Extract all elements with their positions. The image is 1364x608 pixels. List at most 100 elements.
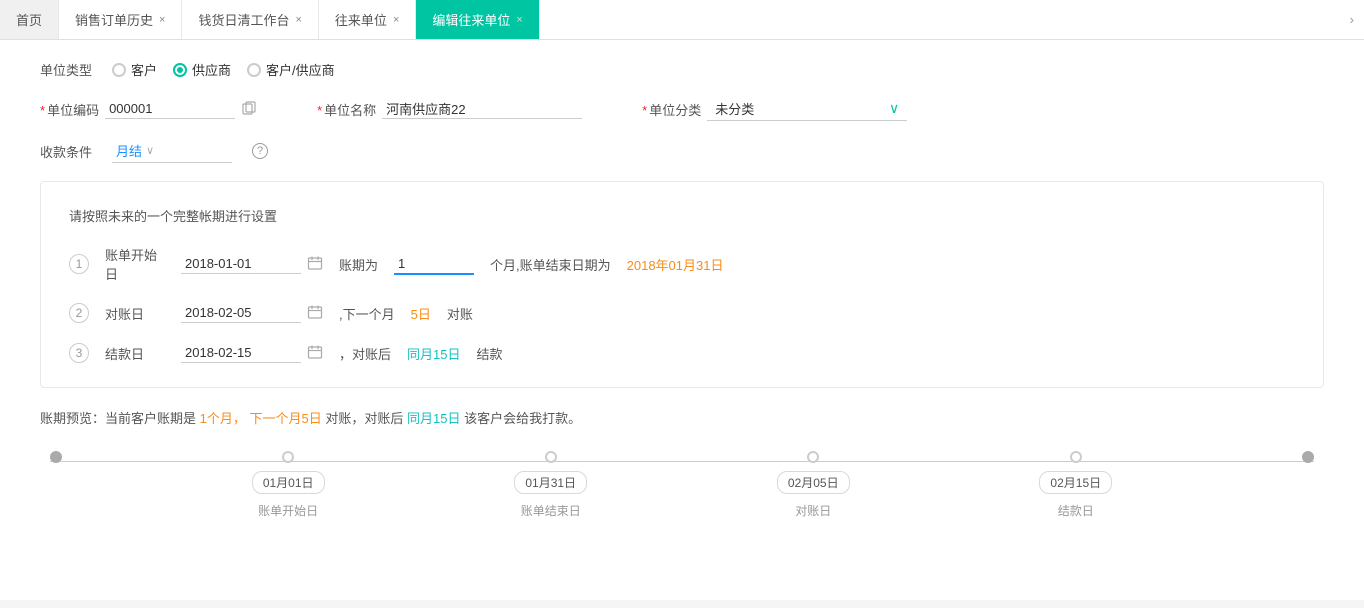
row-num-3: 3 [69, 343, 89, 363]
unit-type-radio-group: 客户 供应商 客户/供应商 [112, 60, 335, 79]
payment-desc1: ，对账后 [339, 344, 391, 363]
radio-supplier-circle [173, 63, 187, 77]
reconcile-desc2: 对账 [447, 304, 473, 323]
main-content: 单位类型 客户 供应商 客户/供应商 *单位编码 [0, 40, 1364, 600]
timeline-bar: 01月01日 账单开始日 01月31日 账单结束日 02月05日 对账日 [40, 451, 1324, 519]
radio-supplier[interactable]: 供应商 [173, 60, 231, 79]
settings-title: 请按照未来的一个完整帐期进行设置 [69, 206, 1295, 225]
unit-code-label: *单位编码 [40, 100, 99, 119]
tab-edit-partner-close[interactable]: × [516, 14, 522, 26]
tl-label-0131: 账单结束日 [521, 502, 581, 519]
preview-part4: 同月15日 [407, 411, 460, 426]
unit-code-star: * [40, 103, 45, 118]
reconcile-date-calendar-icon[interactable] [307, 304, 323, 323]
tab-sales-history-label: 销售订单历史 [75, 10, 153, 29]
tab-cash-desk-close[interactable]: × [295, 14, 301, 26]
preview-label: 账期预览：当前客户账期是 [40, 411, 196, 426]
tab-sales-history-close[interactable]: × [159, 14, 165, 26]
radio-customer-circle [112, 63, 126, 77]
tl-badge-0205: 02月05日 [777, 471, 850, 494]
tab-cash-desk[interactable]: 钱货日清工作台 × [182, 0, 318, 39]
tl-dot-0101 [282, 451, 294, 463]
tl-dot-0131 [545, 451, 557, 463]
end-date-highlight: 2018年01月31日 [627, 255, 724, 274]
tab-partners-close[interactable]: × [393, 14, 399, 26]
tab-partners[interactable]: 往来单位 × [319, 0, 416, 39]
preview-part3: 对账，对账后 [325, 411, 403, 426]
tl-point-0215: 02月15日 结款日 [1039, 451, 1112, 519]
unit-type-row: 单位类型 客户 供应商 客户/供应商 [40, 60, 1324, 79]
period-prefix: 账期为 [339, 255, 378, 274]
unit-info-row: *单位编码 *单位名称 *单位分类 未分类 ∨ [40, 97, 1324, 121]
start-date-input[interactable] [181, 254, 301, 274]
start-date-field [181, 254, 323, 274]
settings-row-1: 1 账单开始日 账期为 个月,账单结束日期为 2018年01月31日 [69, 245, 1295, 283]
settings-row-3: 3 结款日 ，对账后 同月15日 结款 [69, 343, 1295, 363]
period-value-input[interactable] [394, 254, 474, 275]
tab-home-label: 首页 [16, 10, 42, 29]
unit-category-group: *单位分类 未分类 ∨ [642, 97, 907, 121]
payment-condition-dropdown[interactable]: 月结 ∨ [112, 139, 232, 163]
radio-customer[interactable]: 客户 [112, 60, 157, 79]
radio-both[interactable]: 客户/供应商 [247, 60, 335, 79]
tl-point-0131: 01月31日 账单结束日 [514, 451, 587, 519]
tl-dot-end [1302, 451, 1314, 463]
unit-code-group: *单位编码 [40, 99, 257, 119]
tab-edit-partner[interactable]: 编辑往来单位 × [416, 0, 539, 39]
unit-name-star: * [317, 103, 322, 118]
unit-type-label: 单位类型 [40, 60, 92, 79]
payment-condition-label: 收款条件 [40, 142, 92, 161]
row-label-2: 对账日 [105, 304, 165, 323]
tab-home[interactable]: 首页 [0, 0, 59, 39]
row-num-2: 2 [69, 303, 89, 323]
radio-both-circle [247, 63, 261, 77]
unit-name-label: *单位名称 [317, 100, 376, 119]
settings-row-2: 2 对账日 ,下一个月 5日 对账 [69, 303, 1295, 323]
tl-label-0205: 对账日 [795, 502, 831, 519]
reconcile-date-field [181, 303, 323, 323]
unit-name-input[interactable] [382, 99, 582, 119]
unit-code-input[interactable] [105, 99, 235, 119]
row-label-1: 账单开始日 [105, 245, 165, 283]
unit-category-select[interactable]: 未分类 ∨ [707, 97, 907, 121]
help-icon[interactable]: ? [252, 143, 268, 159]
tl-dot-0215 [1070, 451, 1082, 463]
tl-dot-0205 [807, 451, 819, 463]
payment-day-highlight: 同月15日 [407, 344, 460, 363]
tl-point-0101: 01月01日 账单开始日 [252, 451, 325, 519]
unit-category-star: * [642, 103, 647, 118]
reconcile-desc1: ,下一个月 [339, 304, 395, 323]
tab-bar: 首页 销售订单历史 × 钱货日清工作台 × 往来单位 × 编辑往来单位 × › [0, 0, 1364, 40]
payment-condition-value: 月结 [116, 141, 142, 160]
settings-box: 请按照未来的一个完整帐期进行设置 1 账单开始日 账期为 个月,账单结束日期为 … [40, 181, 1324, 388]
radio-customer-label: 客户 [131, 60, 157, 79]
radio-supplier-label: 供应商 [192, 60, 231, 79]
tl-point-end [1302, 451, 1314, 463]
tl-point-0205: 02月05日 对账日 [777, 451, 850, 519]
tab-partners-label: 往来单位 [335, 10, 387, 29]
tl-label-0101: 账单开始日 [258, 502, 318, 519]
preview-text: 账期预览：当前客户账期是 1个月， 下一个月5日 对账，对账后 同月15日 该客… [40, 408, 1324, 427]
reconcile-date-input[interactable] [181, 303, 301, 323]
unit-name-group: *单位名称 [317, 99, 582, 119]
tab-sales-history[interactable]: 销售订单历史 × [59, 0, 182, 39]
preview-section: 账期预览：当前客户账期是 1个月， 下一个月5日 对账，对账后 同月15日 该客… [40, 408, 1324, 519]
preview-part1: 1个月， [200, 411, 246, 426]
tl-badge-0215: 02月15日 [1039, 471, 1112, 494]
start-date-calendar-icon[interactable] [307, 255, 323, 274]
payment-date-field [181, 343, 323, 363]
row-label-3: 结款日 [105, 344, 165, 363]
unit-code-copy-icon[interactable] [241, 100, 257, 119]
category-dropdown-arrow-icon: ∨ [889, 100, 899, 117]
radio-both-label: 客户/供应商 [266, 60, 335, 79]
tab-more-button[interactable]: › [1340, 0, 1364, 39]
payment-date-input[interactable] [181, 343, 301, 363]
preview-part5: 该客户会给我打款。 [464, 411, 581, 426]
payment-condition-arrow-icon: ∨ [146, 144, 154, 157]
tab-cash-desk-label: 钱货日清工作台 [198, 10, 289, 29]
payment-condition-row: 收款条件 月结 ∨ ? [40, 139, 1324, 163]
tl-badge-0131: 01月31日 [514, 471, 587, 494]
payment-desc2: 结款 [476, 344, 502, 363]
unit-category-value: 未分类 [715, 99, 883, 118]
payment-date-calendar-icon[interactable] [307, 344, 323, 363]
